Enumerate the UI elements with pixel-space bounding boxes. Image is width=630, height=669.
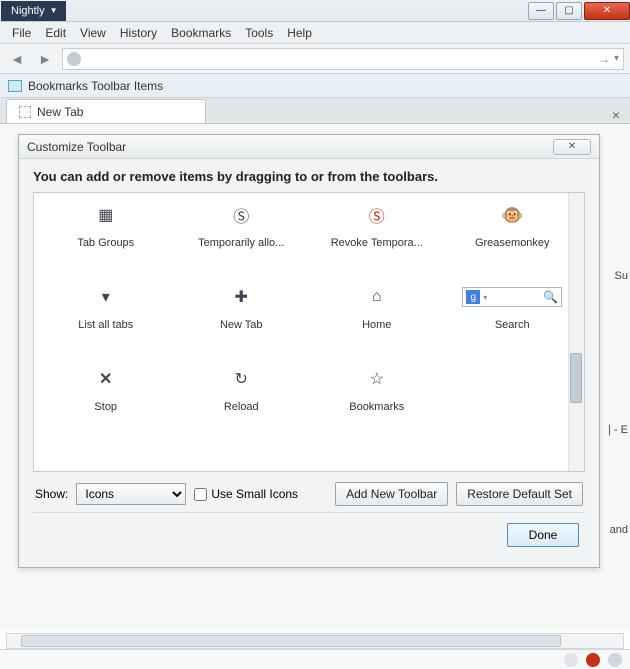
bookmarks-toolbar: Bookmarks Toolbar Items <box>0 74 630 98</box>
addon-bar <box>0 649 630 669</box>
small-icons-checkbox[interactable] <box>194 488 207 501</box>
app-name: Nightly <box>11 5 45 17</box>
menu-bar: File Edit View History Bookmarks Tools H… <box>0 22 630 44</box>
menu-bookmarks[interactable]: Bookmarks <box>165 24 237 42</box>
palette-item[interactable]: Ⓢ Revoke Tempora... <box>313 203 441 275</box>
reload-icon: ↻ <box>235 367 248 391</box>
palette-scrollbar[interactable] <box>568 193 584 471</box>
small-icons-checkbox-label[interactable]: Use Small Icons <box>194 487 298 501</box>
palette-item-label: Bookmarks <box>349 401 404 413</box>
palette-item[interactable]: 🐵 Greasemonkey <box>449 203 577 275</box>
tab-close-button[interactable]: × <box>612 107 624 123</box>
side-hint: Su <box>615 270 628 282</box>
stop-icon: ✕ <box>99 367 112 391</box>
tab-groups-icon: ▦ <box>98 203 113 227</box>
greasemonkey-icon: 🐵 <box>501 203 523 227</box>
urlbar-dropdown-icon[interactable]: ▾ <box>614 53 619 64</box>
chevron-down-icon: ▼ <box>50 6 58 15</box>
palette-item[interactable]: g▾🔍 Search <box>449 285 577 357</box>
content-horizontal-scrollbar[interactable] <box>6 633 624 649</box>
forward-button[interactable]: ► <box>34 48 56 70</box>
palette-item[interactable]: ☆ Bookmarks <box>313 367 441 439</box>
maximize-button[interactable]: ▢ <box>556 2 582 20</box>
window-titlebar: Nightly ▼ — ▢ ✕ <box>0 0 630 22</box>
menu-file[interactable]: File <box>6 24 37 42</box>
back-button[interactable]: ◄ <box>6 48 28 70</box>
menu-help[interactable]: Help <box>281 24 318 42</box>
dialog-instruction: You can add or remove items by dragging … <box>33 169 585 184</box>
page-icon <box>19 106 31 118</box>
dialog-title-text: Customize Toolbar <box>27 140 126 154</box>
side-hint: and <box>610 524 628 536</box>
dialog-options-row: Show: Icons Use Small Icons Add New Tool… <box>33 472 585 513</box>
tab-strip: New Tab × <box>0 98 630 124</box>
small-icons-text: Use Small Icons <box>211 487 298 501</box>
noscript-revoke-icon: Ⓢ <box>369 203 385 227</box>
show-mode-select[interactable]: Icons <box>76 483 186 505</box>
palette-item[interactable]: ✕ Stop <box>42 367 170 439</box>
palette-item[interactable]: ⌂ Home <box>313 285 441 357</box>
close-button[interactable]: ✕ <box>584 2 630 20</box>
bookmarks-toolbar-icon <box>8 80 22 92</box>
palette-item-label: Home <box>362 319 391 331</box>
dialog-titlebar: Customize Toolbar ✕ <box>19 135 599 159</box>
menu-view[interactable]: View <box>74 24 112 42</box>
search-field-widget[interactable]: g▾🔍 <box>462 287 562 307</box>
palette-item[interactable]: ▾ List all tabs <box>42 285 170 357</box>
app-menu-button[interactable]: Nightly ▼ <box>1 1 66 21</box>
go-arrow-icon[interactable]: → <box>598 52 610 66</box>
scrollbar-thumb[interactable] <box>570 353 582 403</box>
hscroll-thumb[interactable] <box>21 635 561 647</box>
palette-item[interactable]: ▦ Tab Groups <box>42 203 170 275</box>
window-controls: — ▢ ✕ <box>526 2 630 20</box>
dropdown-icon: ▾ <box>102 285 110 309</box>
show-label: Show: <box>35 487 68 501</box>
add-new-toolbar-button[interactable]: Add New Toolbar <box>335 482 448 506</box>
menu-tools[interactable]: Tools <box>239 24 279 42</box>
content-area: Su | - E and Customize Toolbar ✕ You can… <box>0 124 630 631</box>
search-box: g▾🔍 <box>462 285 562 309</box>
palette-item-label: Stop <box>94 401 117 413</box>
menu-history[interactable]: History <box>114 24 163 42</box>
restore-default-set-button[interactable]: Restore Default Set <box>456 482 583 506</box>
palette-item-label: Tab Groups <box>77 237 134 249</box>
site-identity-icon[interactable] <box>67 52 81 66</box>
home-icon: ⌂ <box>372 285 382 309</box>
palette-item-label: Temporarily allo... <box>198 237 284 249</box>
palette-item[interactable]: Ⓢ Temporarily allo... <box>178 203 306 275</box>
tab-label: New Tab <box>37 105 83 119</box>
side-hint: | - E <box>608 424 628 436</box>
status-icon[interactable] <box>608 653 622 667</box>
star-icon: ☆ <box>370 367 384 391</box>
navigation-toolbar: ◄ ► → ▾ <box>0 44 630 74</box>
palette-item[interactable]: ↻ Reload <box>178 367 306 439</box>
search-icon[interactable]: 🔍 <box>543 290 558 304</box>
noscript-allow-icon: Ⓢ <box>233 203 249 227</box>
noscript-status-icon[interactable] <box>586 653 600 667</box>
palette-item-label: Revoke Tempora... <box>331 237 423 249</box>
palette-item-label: Greasemonkey <box>475 237 550 249</box>
search-engine-icon[interactable]: g <box>466 290 480 304</box>
customize-toolbar-dialog: Customize Toolbar ✕ You can add or remov… <box>18 134 600 568</box>
new-tab-icon: ✚ <box>235 285 248 309</box>
palette-item-label: List all tabs <box>78 319 133 331</box>
bookmarks-toolbar-label: Bookmarks Toolbar Items <box>28 79 163 93</box>
palette-item-label: Search <box>495 319 530 331</box>
palette-item-label: Reload <box>224 401 259 413</box>
tab-active[interactable]: New Tab <box>6 99 206 123</box>
palette-item-label: New Tab <box>220 319 263 331</box>
url-bar[interactable]: → ▾ <box>62 48 624 70</box>
dialog-close-button[interactable]: ✕ <box>553 139 591 155</box>
done-button[interactable]: Done <box>507 523 579 547</box>
minimize-button[interactable]: — <box>528 2 554 20</box>
palette-item[interactable]: ✚ New Tab <box>178 285 306 357</box>
status-icon[interactable] <box>564 653 578 667</box>
toolbar-palette: ▦ Tab Groups Ⓢ Temporarily allo... Ⓢ Revoke T… <box>33 192 585 472</box>
menu-edit[interactable]: Edit <box>39 24 72 42</box>
